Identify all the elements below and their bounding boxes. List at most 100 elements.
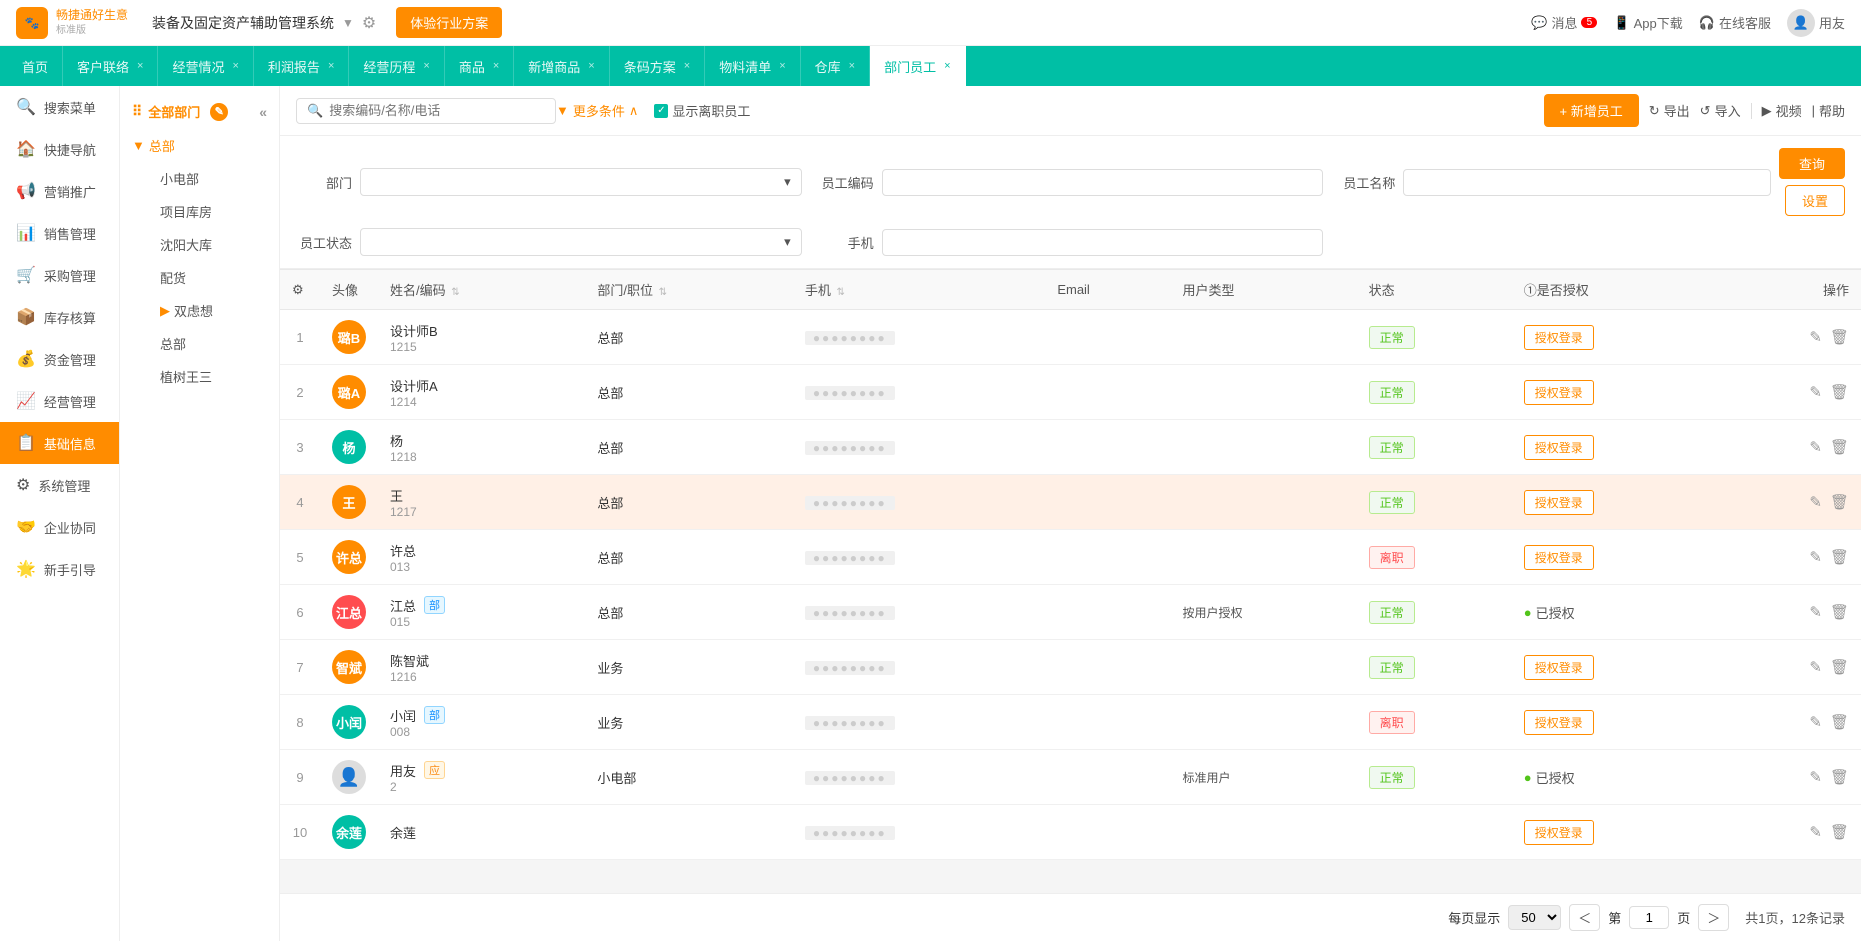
auth-login-button[interactable]: 授权登录 xyxy=(1524,325,1594,350)
help-button[interactable]: | 帮助 xyxy=(1812,101,1845,120)
edit-icon[interactable]: ✎ xyxy=(1809,438,1822,456)
nav-tab-利润报告[interactable]: 利润报告× xyxy=(254,46,349,86)
delete-icon[interactable]: 🗑 xyxy=(1830,768,1849,786)
edit-icon[interactable]: ✎ xyxy=(1809,493,1822,511)
dept-node-root[interactable]: ▼ 总部 xyxy=(120,129,279,162)
sidebar-item-销售管理[interactable]: 📊销售管理 xyxy=(0,212,119,254)
edit-icon[interactable]: ✎ xyxy=(1809,548,1822,566)
edit-icon[interactable]: ✎ xyxy=(1809,603,1822,621)
import-button[interactable]: ↺ 导入 xyxy=(1700,101,1741,120)
sidebar-item-新手引导[interactable]: 🌟新手引导 xyxy=(0,548,119,590)
close-tab-icon[interactable]: × xyxy=(232,60,238,72)
auth-login-button[interactable]: 授权登录 xyxy=(1524,710,1594,735)
nav-tab-经营历程[interactable]: 经营历程× xyxy=(349,46,444,86)
emp-name-input[interactable] xyxy=(1403,169,1771,196)
sidebar-item-搜索菜单[interactable]: 🔍搜索菜单 xyxy=(0,86,119,128)
sidebar-item-库存核算[interactable]: 📦库存核算 xyxy=(0,296,119,338)
trial-button[interactable]: 体验行业方案 xyxy=(396,7,502,38)
prev-page-button[interactable]: ＜ xyxy=(1569,904,1600,931)
delete-icon[interactable]: 🗑 xyxy=(1830,823,1849,841)
nav-tab-部门员工[interactable]: 部门员工× xyxy=(870,46,965,86)
auth-login-button[interactable]: 授权登录 xyxy=(1524,380,1594,405)
add-employee-button[interactable]: + 新增员工 xyxy=(1544,94,1639,127)
nav-tab-物料清单[interactable]: 物料清单× xyxy=(705,46,800,86)
dept-node-双虑想[interactable]: ▶双虑想 xyxy=(136,294,279,327)
dept-node-总部[interactable]: 总部 xyxy=(136,327,279,360)
edit-icon[interactable]: ✎ xyxy=(1809,383,1822,401)
sidebar-item-营销推广[interactable]: 📢营销推广 xyxy=(0,170,119,212)
nav-tab-仓库[interactable]: 仓库× xyxy=(801,46,870,86)
edit-icon[interactable]: ✎ xyxy=(1809,768,1822,786)
emp-status-select[interactable]: ▾ xyxy=(360,228,802,256)
th-phone[interactable]: 手机 ⇅ xyxy=(793,270,1046,310)
nav-tab-条码方案[interactable]: 条码方案× xyxy=(610,46,705,86)
video-button[interactable]: ▶ 视频 xyxy=(1762,101,1802,120)
dept-filter-select[interactable]: ▾ xyxy=(360,168,802,196)
sidebar-item-基础信息[interactable]: 📋基础信息 xyxy=(0,422,119,464)
next-page-button[interactable]: ＞ xyxy=(1698,904,1729,931)
auth-login-button[interactable]: 授权登录 xyxy=(1524,490,1594,515)
th-name-code[interactable]: 姓名/编码 ⇅ xyxy=(378,270,585,310)
close-tab-icon[interactable]: × xyxy=(849,60,855,72)
dept-node-植树王三[interactable]: 植树王三 xyxy=(136,360,279,393)
message-button[interactable]: 💬 消息 5 xyxy=(1531,13,1597,32)
nav-tab-新增商品[interactable]: 新增商品× xyxy=(514,46,609,86)
close-tab-icon[interactable]: × xyxy=(423,60,429,72)
gear-icon[interactable]: ⚙ xyxy=(362,13,376,33)
per-page-select[interactable]: 50 xyxy=(1508,905,1561,930)
delete-icon[interactable]: 🗑 xyxy=(1830,713,1849,731)
delete-icon[interactable]: 🗑 xyxy=(1830,548,1849,566)
more-filter-button[interactable]: ▼ 更多条件 ∧ xyxy=(556,101,638,120)
dept-node-项目库房[interactable]: 项目库房 xyxy=(136,195,279,228)
dept-node-小电部[interactable]: 小电部 xyxy=(136,162,279,195)
edit-icon[interactable]: ✎ xyxy=(1809,658,1822,676)
sidebar-item-资金管理[interactable]: 💰资金管理 xyxy=(0,338,119,380)
app-download-button[interactable]: 📱 App下载 xyxy=(1613,13,1682,32)
close-tab-icon[interactable]: × xyxy=(588,60,594,72)
collapse-btn[interactable]: « xyxy=(259,104,267,120)
user-area[interactable]: 👤 用友 xyxy=(1787,9,1845,37)
close-tab-icon[interactable]: × xyxy=(493,60,499,72)
nav-tab-经营情况[interactable]: 经营情况× xyxy=(158,46,253,86)
search-box[interactable]: 🔍 xyxy=(296,98,556,124)
delete-icon[interactable]: 🗑 xyxy=(1830,438,1849,456)
set-button[interactable]: 设置 xyxy=(1785,185,1845,216)
dropdown-arrow-icon[interactable]: ▼ xyxy=(342,16,354,30)
sidebar-item-采购管理[interactable]: 🛒采购管理 xyxy=(0,254,119,296)
delete-icon[interactable]: 🗑 xyxy=(1830,493,1849,511)
nav-tab-客户联络[interactable]: 客户联络× xyxy=(63,46,158,86)
delete-icon[interactable]: 🗑 xyxy=(1830,658,1849,676)
close-tab-icon[interactable]: × xyxy=(684,60,690,72)
delete-icon[interactable]: 🗑 xyxy=(1830,383,1849,401)
dept-node-配货[interactable]: 配货 xyxy=(136,261,279,294)
page-number-input[interactable] xyxy=(1629,906,1669,929)
auth-login-button[interactable]: 授权登录 xyxy=(1524,820,1594,845)
edit-icon[interactable]: ✎ xyxy=(1809,328,1822,346)
inactive-checkbox[interactable]: ✓ xyxy=(654,104,668,118)
delete-icon[interactable]: 🗑 xyxy=(1830,328,1849,346)
sidebar-item-系统管理[interactable]: ⚙系统管理 xyxy=(0,464,119,506)
auth-login-button[interactable]: 授权登录 xyxy=(1524,545,1594,570)
close-tab-icon[interactable]: × xyxy=(944,60,950,72)
edit-icon[interactable]: ✎ xyxy=(1809,713,1822,731)
emp-code-input[interactable] xyxy=(882,169,1324,196)
close-tab-icon[interactable]: × xyxy=(779,60,785,72)
th-dept-position[interactable]: 部门/职位 ⇅ xyxy=(585,270,792,310)
sidebar-item-快捷导航[interactable]: 🏠快捷导航 xyxy=(0,128,119,170)
close-tab-icon[interactable]: × xyxy=(328,60,334,72)
delete-icon[interactable]: 🗑 xyxy=(1830,603,1849,621)
show-inactive-toggle[interactable]: ✓ 显示离职员工 xyxy=(654,101,750,120)
nav-tab-商品[interactable]: 商品× xyxy=(445,46,514,86)
auth-login-button[interactable]: 授权登录 xyxy=(1524,655,1594,680)
dept-node-沈阳大库[interactable]: 沈阳大库 xyxy=(136,228,279,261)
phone-input[interactable] xyxy=(882,229,1324,256)
query-button[interactable]: 查询 xyxy=(1779,148,1845,179)
edit-icon[interactable]: ✎ xyxy=(1809,823,1822,841)
online-service-button[interactable]: 🎧 在线客服 xyxy=(1699,13,1771,32)
nav-tab-首页[interactable]: 首页 xyxy=(8,46,63,86)
sidebar-item-经营管理[interactable]: 📈经营管理 xyxy=(0,380,119,422)
sidebar-item-企业协同[interactable]: 🤝企业协同 xyxy=(0,506,119,548)
th-settings[interactable]: ⚙ xyxy=(280,270,320,310)
close-tab-icon[interactable]: × xyxy=(137,60,143,72)
export-button[interactable]: ↻ 导出 xyxy=(1649,101,1690,120)
